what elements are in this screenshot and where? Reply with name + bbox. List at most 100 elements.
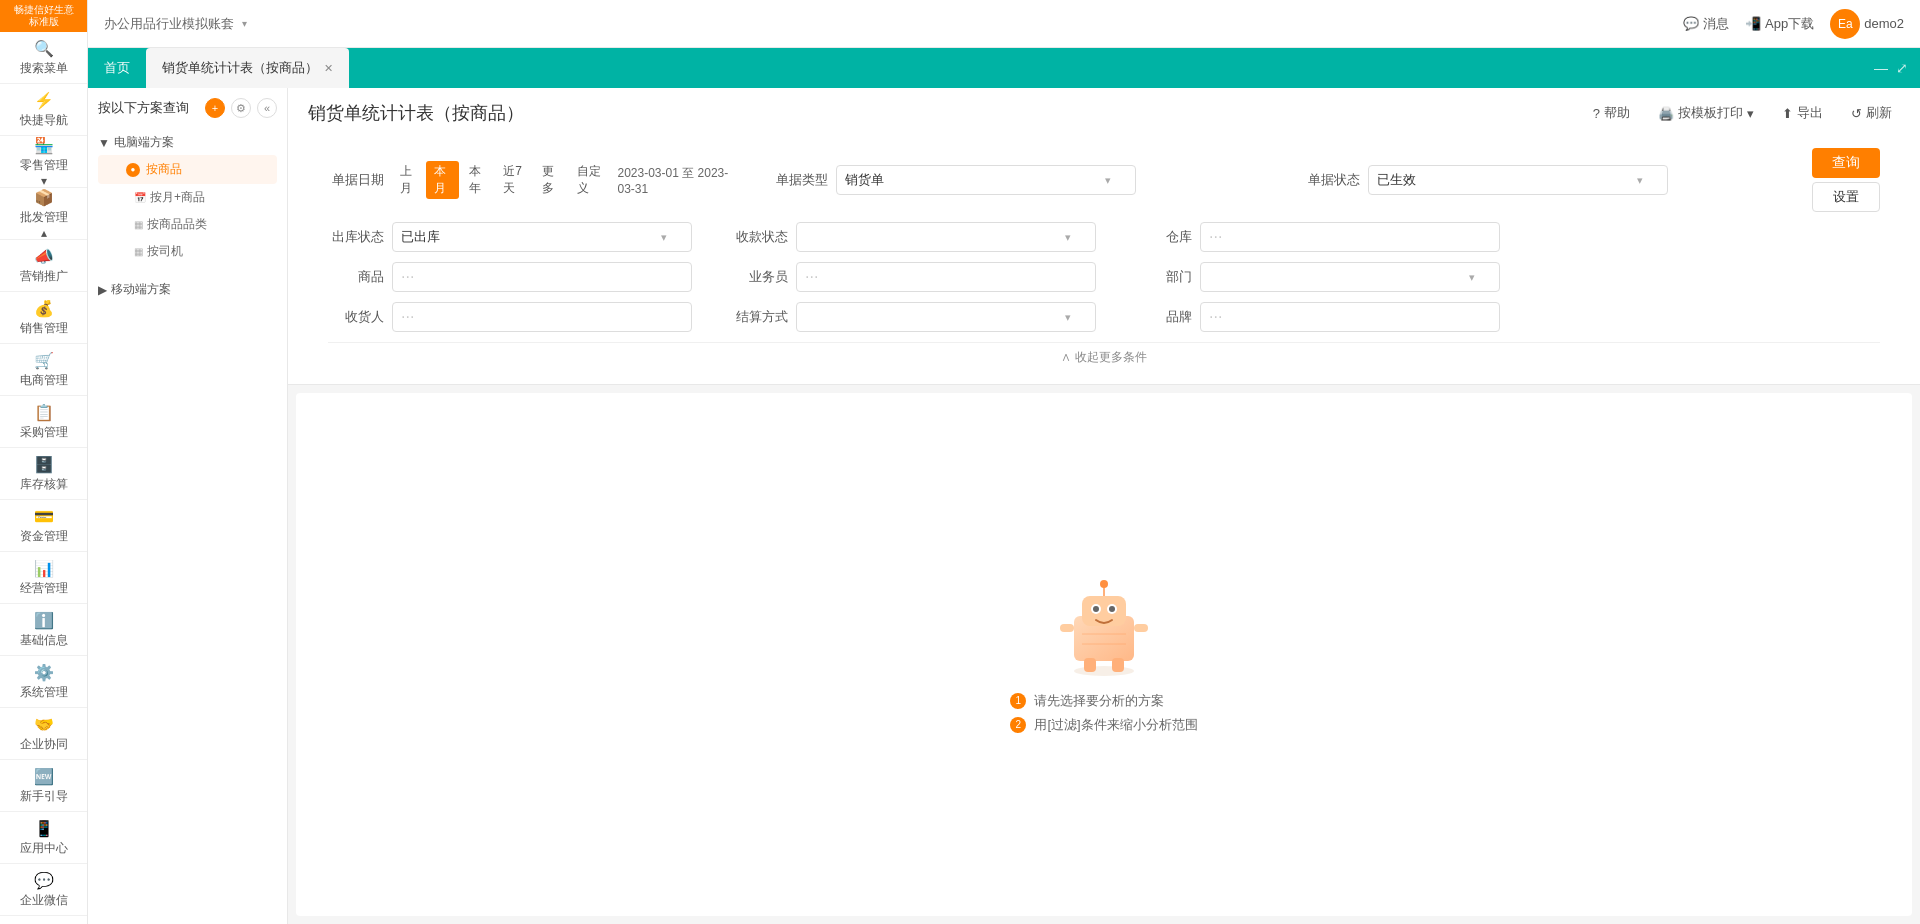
dept-chevron: ▾ — [1469, 271, 1475, 284]
sidebar-item-system-label: 系统管理 — [20, 684, 68, 701]
refresh-label: 刷新 — [1866, 104, 1892, 122]
mobile-scheme-header[interactable]: ▶ 移动端方案 — [98, 277, 277, 302]
product-dots: ··· — [401, 268, 414, 286]
calendar-icon: 📅 — [134, 192, 146, 203]
sidebar-item-search[interactable]: 🔍 搜索菜单 — [0, 32, 87, 84]
receiver-label: 收货人 — [328, 308, 384, 326]
message-btn[interactable]: 💬 消息 — [1683, 15, 1729, 33]
salesman-dots: ··· — [805, 268, 818, 286]
left-panel-title: 按以下方案查询 — [98, 99, 189, 117]
warehouse-chevron: ▾ — [661, 231, 667, 244]
date-tab-custom[interactable]: 自定义 — [569, 161, 610, 199]
collect-select[interactable]: ▾ — [796, 222, 1096, 252]
filter-row-2: 出库状态 已出库 ▾ 收款状态 ▾ 仓库 ··· — [328, 222, 1880, 252]
scheme-by-category[interactable]: ▦ 按商品品类 — [98, 211, 277, 238]
sidebar-item-sales-label: 销售管理 — [20, 320, 68, 337]
sidebar-item-enterprise[interactable]: 🤝 企业协同 — [0, 708, 87, 760]
newuser-icon: 🆕 — [34, 767, 54, 786]
user-name: demo2 — [1864, 16, 1904, 31]
sidebar-item-corpwechat[interactable]: 💬 企业微信 — [0, 864, 87, 916]
storage-label: 仓库 — [1136, 228, 1192, 246]
export-btn[interactable]: ⬆ 导出 — [1774, 100, 1831, 126]
pc-scheme-header[interactable]: ▼ 电脑端方案 — [98, 130, 277, 155]
settings-scheme-btn[interactable]: ⚙ — [231, 98, 251, 118]
date-filter-control: 上月 本月 本年 近7天 更多 自定义 2023-03-01 至 2023-03… — [392, 161, 732, 199]
settings-btn[interactable]: 设置 — [1812, 182, 1880, 212]
scheme-by-month-product[interactable]: 📅 按月+商品 — [98, 184, 277, 211]
scheme-by-product[interactable]: ● 按商品 — [98, 155, 277, 184]
export-icon: ⬆ — [1782, 106, 1793, 121]
industry-dropdown-icon[interactable]: ▾ — [242, 18, 247, 29]
dept-select[interactable]: ▾ — [1200, 262, 1500, 292]
add-icon: + — [212, 102, 218, 114]
filter-row-3: 商品 ··· 业务员 ··· 部门 ▾ — [328, 262, 1880, 292]
receiver-input[interactable]: ··· — [392, 302, 692, 332]
storage-input[interactable]: ··· — [1200, 222, 1500, 252]
tip-text-1: 请先选择要分析的方案 — [1034, 692, 1164, 710]
print-icon: 🖨️ — [1658, 106, 1674, 121]
print-label: 按模板打印 — [1678, 104, 1743, 122]
page-title-row: 销货单统计计表（按商品） ? 帮助 🖨️ 按模板打印 ▾ ⬆ — [308, 100, 1900, 126]
sidebar-item-member[interactable]: 👑 畅会员 — [0, 916, 87, 924]
date-tab-last7days[interactable]: 近7天 — [495, 161, 532, 199]
scheme-by-driver[interactable]: ▦ 按司机 — [98, 238, 277, 265]
tab-minimize-icon[interactable]: — — [1874, 60, 1888, 76]
tab-close-icon[interactable]: ✕ — [324, 62, 333, 75]
user-area[interactable]: Ea demo2 — [1830, 9, 1904, 39]
brand-input[interactable]: ··· — [1200, 302, 1500, 332]
sidebar-item-system[interactable]: ⚙️ 系统管理 — [0, 656, 87, 708]
tab-sales-stats-label: 销货单统计计表（按商品） — [162, 59, 318, 77]
date-label: 单据日期 — [328, 171, 384, 189]
tab-home[interactable]: 首页 — [88, 48, 146, 88]
svg-rect-2 — [1082, 596, 1126, 626]
sidebar-item-newuser-label: 新手引导 — [20, 788, 68, 805]
storage-dots: ··· — [1209, 228, 1222, 246]
sidebar-item-basic[interactable]: ℹ️ 基础信息 — [0, 604, 87, 656]
tab-maximize-icon[interactable]: ⤢ — [1896, 60, 1908, 76]
doc-status-value: 已生效 — [1377, 171, 1416, 189]
doc-status-select[interactable]: 已生效 ▾ — [1368, 165, 1668, 195]
sidebar-item-newuser[interactable]: 🆕 新手引导 — [0, 760, 87, 812]
sidebar-item-sales[interactable]: 💰 销售管理 — [0, 292, 87, 344]
help-btn[interactable]: ? 帮助 — [1585, 100, 1638, 126]
product-input[interactable]: ··· — [392, 262, 692, 292]
settle-select[interactable]: ▾ — [796, 302, 1096, 332]
date-tab-thisyear[interactable]: 本年 — [461, 161, 493, 199]
collapse-panel-btn[interactable]: « — [257, 98, 277, 118]
app-download-btn[interactable]: 📲 App下载 — [1745, 15, 1814, 33]
doc-status-label: 单据状态 — [1304, 171, 1360, 189]
sidebar-item-marketing-label: 营销推广 — [20, 268, 68, 285]
sidebar-item-finance[interactable]: 💳 资金管理 — [0, 500, 87, 552]
refresh-btn[interactable]: ↺ 刷新 — [1843, 100, 1900, 126]
print-dropdown-icon: ▾ — [1747, 106, 1754, 121]
doc-type-label: 单据类型 — [772, 171, 828, 189]
app-download-icon: 📲 — [1745, 16, 1761, 31]
sidebar-item-ecommerce[interactable]: 🛒 电商管理 — [0, 344, 87, 396]
tip-num-2: 2 — [1010, 717, 1026, 733]
sidebar-item-wholesale[interactable]: 📦 批发管理 ▴ — [0, 188, 87, 240]
search-icon: 🔍 — [34, 39, 54, 58]
sidebar-item-marketing[interactable]: 📣 营销推广 — [0, 240, 87, 292]
collapse-bar[interactable]: ∧ 收起更多条件 — [328, 342, 1880, 372]
doc-type-select[interactable]: 销货单 ▾ — [836, 165, 1136, 195]
sidebar-item-operations[interactable]: 📊 经营管理 — [0, 552, 87, 604]
sidebar-item-appcenter[interactable]: 📱 应用中心 — [0, 812, 87, 864]
date-tab-thismonth[interactable]: 本月 — [426, 161, 458, 199]
query-btn[interactable]: 查询 — [1812, 148, 1880, 178]
tab-sales-stats[interactable]: 销货单统计计表（按商品） ✕ — [146, 48, 349, 88]
sidebar-item-quicknav[interactable]: ⚡ 快捷导航 — [0, 84, 87, 136]
sidebar-item-basic-label: 基础信息 — [20, 632, 68, 649]
sidebar-item-inventory[interactable]: 🗄️ 库存核算 — [0, 448, 87, 500]
sidebar-item-retail-label: 零售管理 — [20, 157, 68, 174]
date-tab-more[interactable]: 更多 — [534, 161, 566, 199]
date-tab-lastmonth[interactable]: 上月 — [392, 161, 424, 199]
sidebar-item-retail[interactable]: 🏪 零售管理 ▾ — [0, 136, 87, 188]
print-btn[interactable]: 🖨️ 按模板打印 ▾ — [1650, 100, 1762, 126]
right-panel: 销货单统计计表（按商品） ? 帮助 🖨️ 按模板打印 ▾ ⬆ — [288, 88, 1920, 924]
add-scheme-btn[interactable]: + — [205, 98, 225, 118]
empty-tip-1: 1 请先选择要分析的方案 — [1010, 692, 1197, 710]
sidebar-item-purchase[interactable]: 📋 采购管理 — [0, 396, 87, 448]
salesman-input[interactable]: ··· — [796, 262, 1096, 292]
warehouse-select[interactable]: 已出库 ▾ — [392, 222, 692, 252]
filter-row-4: 收货人 ··· 结算方式 ▾ 品牌 ··· — [328, 302, 1880, 332]
